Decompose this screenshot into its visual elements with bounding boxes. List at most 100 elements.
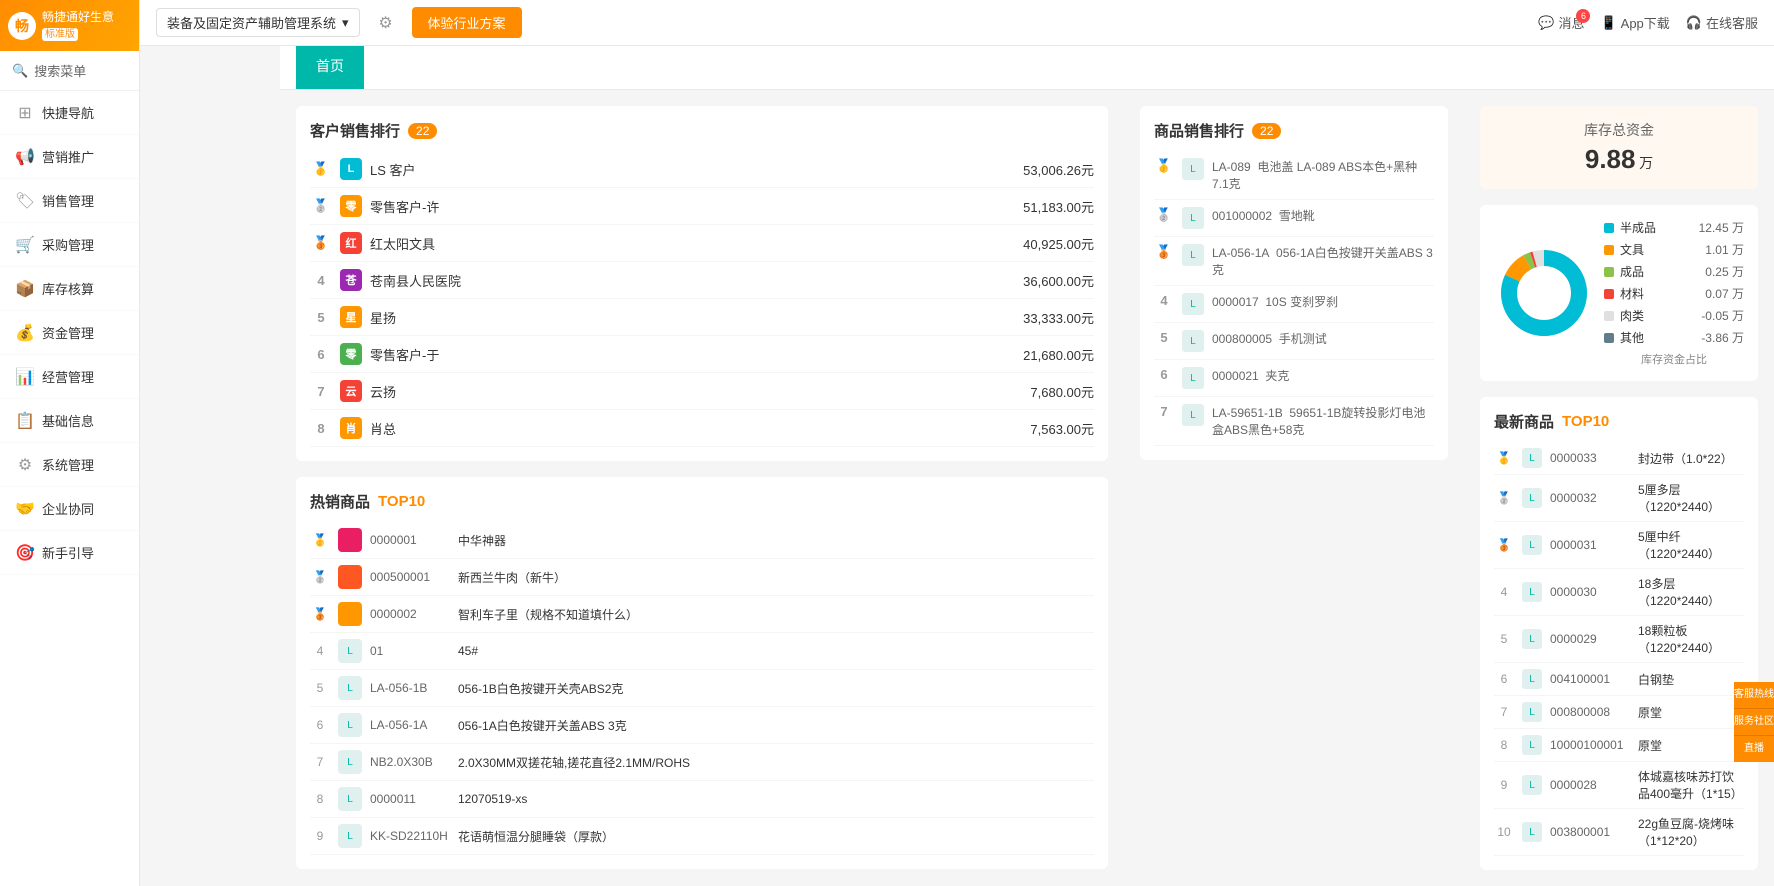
settings-button[interactable]: ⚙ xyxy=(372,9,400,37)
customer-rank-item: 8 肖 肖总 7,563.00元 xyxy=(310,410,1094,447)
newest-product-item: 6 L 004100001 白钢垫 xyxy=(1494,663,1744,696)
newest-product-item: 10 L 003800001 22g鱼豆腐-烧烤味（1*12*20） xyxy=(1494,809,1744,856)
hot-product-item: 4 L 01 45# xyxy=(310,633,1094,670)
hot-rank-number: 6 xyxy=(310,718,330,732)
hot-products-title: 热销商品 xyxy=(310,491,370,512)
float-service-button[interactable]: 客服热线 xyxy=(1734,682,1774,709)
product-name: 056-1B白色按键开关壳ABS2克 xyxy=(458,680,1094,697)
chevron-down-icon: ▾ xyxy=(342,15,349,31)
search-menu[interactable]: 🔍 搜索菜单 xyxy=(0,51,139,91)
new-product-name: 白钢垫 xyxy=(1638,671,1744,688)
customer-amount: 40,925.00元 xyxy=(1023,234,1094,253)
sidebar-item-marketing[interactable]: 📢 营销推广 xyxy=(0,135,139,179)
product-name: 45# xyxy=(458,644,1094,658)
product-info: 0000021 夹克 xyxy=(1212,367,1434,384)
trial-button[interactable]: 体验行业方案 xyxy=(412,7,522,38)
customer-rank-item: 4 苍 苍南县人民医院 36,600.00元 xyxy=(310,262,1094,299)
customer-amount: 7,563.00元 xyxy=(1030,419,1094,438)
inventory-total-unit: 万 xyxy=(1639,155,1653,171)
rank-number: 🥇 xyxy=(310,161,332,177)
customer-avatar: 苍 xyxy=(340,269,362,291)
newest-products-title: 最新商品 xyxy=(1494,411,1554,432)
inventory-total-value-row: 9.88 万 xyxy=(1494,144,1744,175)
new-rank-number: 4 xyxy=(1494,585,1514,599)
rank-number: 🥈 xyxy=(310,198,332,214)
search-icon: 🔍 xyxy=(12,63,28,79)
sidebar-item-quick-nav[interactable]: ⊞ 快捷导航 xyxy=(0,91,139,135)
sidebar-item-system[interactable]: ⚙ 系统管理 xyxy=(0,443,139,487)
legend-category-name: 材料 xyxy=(1620,285,1644,302)
customer-amount: 33,333.00元 xyxy=(1023,308,1094,327)
product-img-placeholder: L xyxy=(1182,207,1204,229)
online-service-btn[interactable]: 🎧 在线客服 xyxy=(1686,13,1758,32)
topbar-right: 💬 消息 6 📱 App下载 🎧 在线客服 xyxy=(1538,13,1758,32)
hot-product-item: 6 L LA-056-1A 056-1A白色按键开关盖ABS 3克 xyxy=(310,707,1094,744)
hot-products-title-row: 热销商品 TOP10 xyxy=(310,491,1094,512)
sales-icon: 🏷 xyxy=(16,192,34,210)
product-name: 新西兰牛肉（新牛） xyxy=(458,569,1094,586)
new-product-image: L xyxy=(1522,488,1542,508)
system-selector[interactable]: 装备及固定资产辅助管理系统 ▾ xyxy=(156,8,360,37)
product-image-placeholder: L xyxy=(338,713,362,737)
hot-product-item: 🥉 0000002 智利车子里（规格不知道填什么） xyxy=(310,596,1094,633)
sidebar-item-label: 采购管理 xyxy=(42,235,94,254)
new-product-name: 18多层（1220*2440） xyxy=(1638,575,1744,609)
sidebar-item-business[interactable]: 📊 经营管理 xyxy=(0,355,139,399)
product-info: LA-089 电池盖 LA-089 ABS本色+黑种 7.1克 xyxy=(1212,158,1434,192)
product-code: 0000001 xyxy=(370,533,450,547)
headset-icon: 🎧 xyxy=(1686,15,1702,31)
sidebar-item-sales[interactable]: 🏷 销售管理 xyxy=(0,179,139,223)
float-service-button[interactable]: 直播 xyxy=(1734,736,1774,762)
sidebar-item-label: 快捷导航 xyxy=(42,103,94,122)
product-ranking-badge: 22 xyxy=(1252,123,1281,139)
sidebar-item-finance[interactable]: 💰 资金管理 xyxy=(0,311,139,355)
product-name: 2.0X30MM双搓花轴,搓花直径2.1MM/ROHS xyxy=(458,754,1094,771)
sidebar-item-basic-info[interactable]: 📋 基础信息 xyxy=(0,399,139,443)
right-panel: 库存总资金 9.88 万 xyxy=(1464,90,1774,886)
customer-rank-item: 7 云 云扬 7,680.00元 xyxy=(310,373,1094,410)
new-product-code: 0000028 xyxy=(1550,778,1630,792)
product-code: 0000021 夹克 xyxy=(1212,367,1434,384)
new-product-name: 18颗粒板（1220*2440） xyxy=(1638,622,1744,656)
sidebar-item-label: 新手引导 xyxy=(42,543,94,562)
float-service-button[interactable]: 服务社区 xyxy=(1734,709,1774,736)
sidebar-item-inventory[interactable]: 📦 库存核算 xyxy=(0,267,139,311)
product-img-placeholder: L xyxy=(1182,158,1204,180)
legend-color-dot xyxy=(1604,223,1614,233)
legend-color-dot xyxy=(1604,267,1614,277)
customer-ranking-badge: 22 xyxy=(408,123,437,139)
customer-avatar: 零 xyxy=(340,195,362,217)
product-ranking-title-row: 商品销售排行 22 xyxy=(1154,120,1434,141)
inventory-ratio-label: 库存资金占比 xyxy=(1604,351,1744,367)
sidebar-item-purchase[interactable]: 🛒 采购管理 xyxy=(0,223,139,267)
sidebar-item-label: 销售管理 xyxy=(42,191,94,210)
rank-number: 🥉 xyxy=(310,235,332,251)
hot-rank-number: 🥈 xyxy=(310,570,330,584)
tab-home[interactable]: 首页 xyxy=(296,46,364,89)
rank-number: 8 xyxy=(310,421,332,436)
sidebar-item-cooperation[interactable]: 🤝 企业协同 xyxy=(0,487,139,531)
inventory-legend: 半成品 12.45 万 文具 1.01 万 成品 0.25 万 材料 0.07 … xyxy=(1604,219,1744,367)
hot-products-card: 热销商品 TOP10 🥇 0000001 中华神器 🥈 000500001 新西… xyxy=(296,477,1108,869)
customer-amount: 7,680.00元 xyxy=(1030,382,1094,401)
legend-item: 肉类 -0.05 万 xyxy=(1604,307,1744,324)
new-rank-number: 9 xyxy=(1494,778,1514,792)
notification-btn[interactable]: 💬 消息 6 xyxy=(1538,13,1584,32)
legend-category-name: 其他 xyxy=(1620,329,1644,346)
left-panel: 客户销售排行 22 🥇 L LS 客户 53,006.26元 🥈 零 零售客户-… xyxy=(280,90,1124,886)
product-image-placeholder: L xyxy=(338,639,362,663)
legend-color-dot xyxy=(1604,333,1614,343)
new-product-code: 0000029 xyxy=(1550,632,1630,646)
legend-item: 半成品 12.45 万 xyxy=(1604,219,1744,236)
product-code: LA-056-1A 056-1A白色按键开关盖ABS 3克 xyxy=(1212,244,1434,278)
customer-rank-item: 🥉 红 红太阳文具 40,925.00元 xyxy=(310,225,1094,262)
system-icon: ⚙ xyxy=(16,456,34,474)
sidebar-item-guide[interactable]: 🎯 新手引导 xyxy=(0,531,139,575)
legend-category-name: 肉类 xyxy=(1620,307,1644,324)
hot-rank-number: 5 xyxy=(310,681,330,695)
product-name: 中华神器 xyxy=(458,532,1094,549)
product-name: 056-1A白色按键开关盖ABS 3克 xyxy=(458,717,1094,734)
app-download-btn[interactable]: 📱 App下载 xyxy=(1600,13,1669,32)
customer-name: LS 客户 xyxy=(370,160,1015,179)
newest-products-list: 🥇 L 0000033 封边带（1.0*22） 🥈 L 0000032 5厘多层… xyxy=(1494,442,1744,856)
